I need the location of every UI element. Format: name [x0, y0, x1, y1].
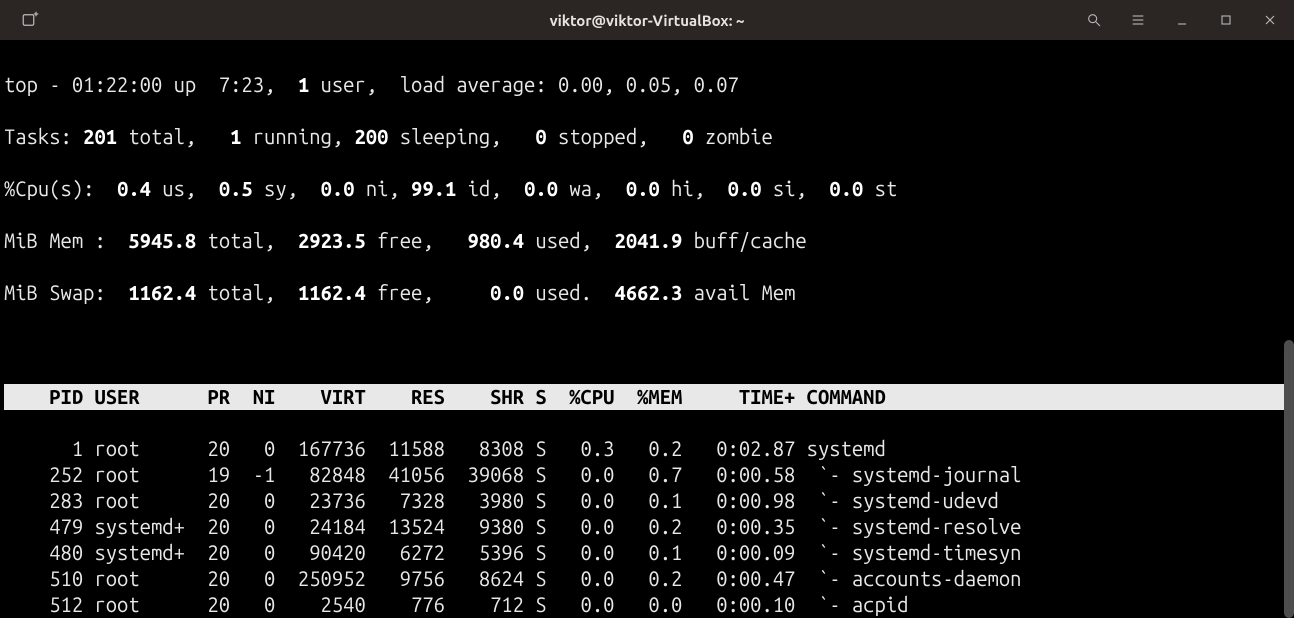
- terminal-window: viktor@viktor-VirtualBox: ~ top - 01:22:…: [0, 0, 1294, 618]
- process-row: 283 root 20 0 23736 7328 3980 S 0.0 0.1 …: [4, 488, 1290, 514]
- summary-line-cpu: %Cpu(s): 0.4 us, 0.5 sy, 0.0 ni, 99.1 id…: [4, 176, 1290, 202]
- summary-line-mem: MiB Mem : 5945.8 total, 2923.5 free, 980…: [4, 228, 1290, 254]
- process-row: 479 systemd+ 20 0 24184 13524 9380 S 0.0…: [4, 514, 1290, 540]
- search-button[interactable]: [1074, 3, 1114, 37]
- process-row: 1 root 20 0 167736 11588 8308 S 0.3 0.2 …: [4, 436, 1290, 462]
- blank-line: [4, 332, 1290, 358]
- scrollbar-thumb[interactable]: [1284, 340, 1294, 618]
- titlebar: viktor@viktor-VirtualBox: ~: [0, 0, 1294, 40]
- menu-button[interactable]: [1118, 3, 1158, 37]
- window-title: viktor@viktor-VirtualBox: ~: [550, 12, 745, 29]
- process-row: 512 root 20 0 2540 776 712 S 0.0 0.0 0:0…: [4, 592, 1290, 618]
- summary-line-uptime: top - 01:22:00 up 7:23, 1 user, load ave…: [4, 72, 1290, 98]
- scrollbar[interactable]: [1284, 40, 1294, 618]
- maximize-button[interactable]: [1206, 3, 1246, 37]
- column-header: PID USER PR NI VIRT RES SHR S %CPU %MEM …: [4, 384, 1290, 410]
- process-row: 480 systemd+ 20 0 90420 6272 5396 S 0.0 …: [4, 540, 1290, 566]
- process-row: 252 root 19 -1 82848 41056 39068 S 0.0 0…: [4, 462, 1290, 488]
- minimize-button[interactable]: [1162, 3, 1202, 37]
- process-row: 510 root 20 0 250952 9756 8624 S 0.0 0.2…: [4, 566, 1290, 592]
- close-button[interactable]: [1250, 3, 1290, 37]
- terminal-content[interactable]: top - 01:22:00 up 7:23, 1 user, load ave…: [0, 40, 1294, 618]
- summary-line-swap: MiB Swap: 1162.4 total, 1162.4 free, 0.0…: [4, 280, 1290, 306]
- new-tab-button[interactable]: [10, 3, 50, 37]
- summary-line-tasks: Tasks: 201 total, 1 running, 200 sleepin…: [4, 124, 1290, 150]
- titlebar-right: [1074, 3, 1290, 37]
